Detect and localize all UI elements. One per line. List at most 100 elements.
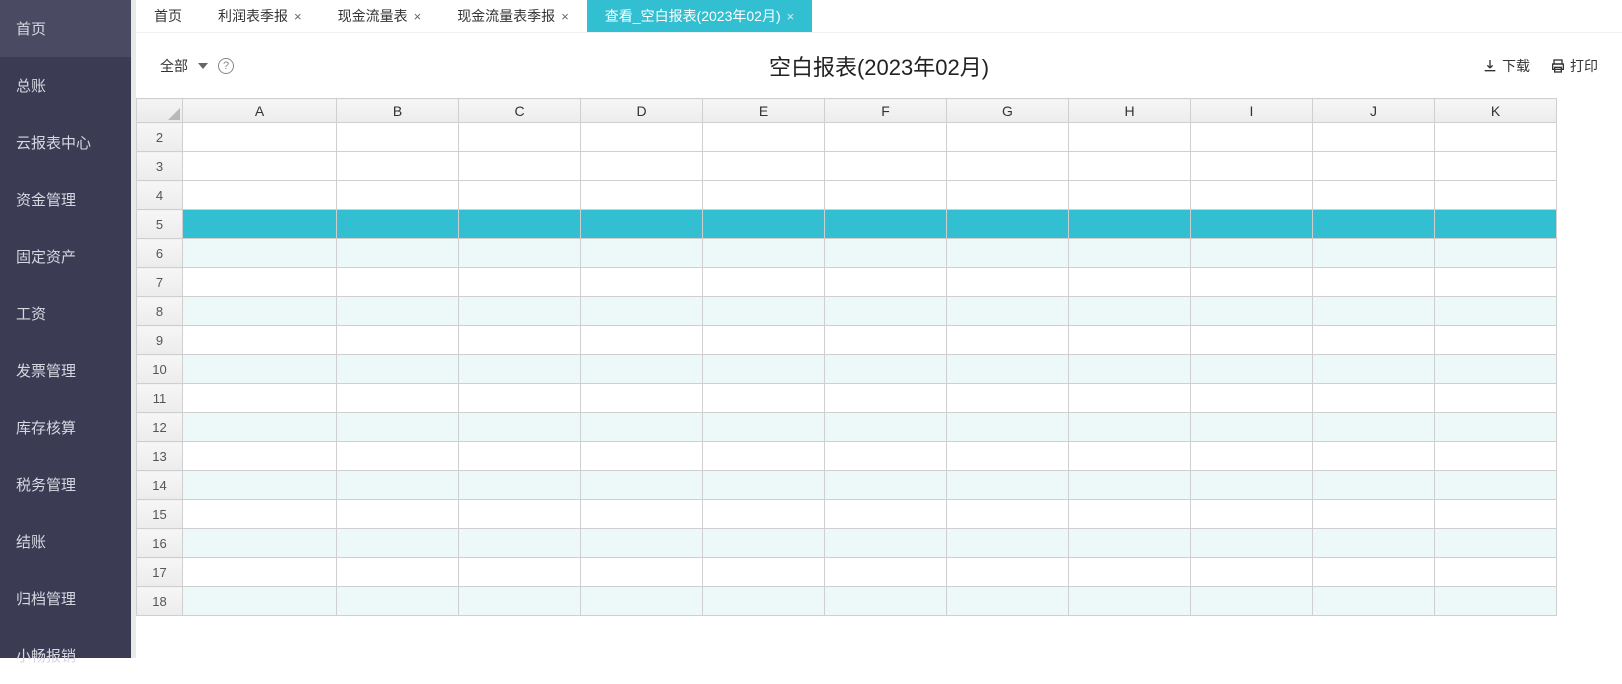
- cell-G8[interactable]: [947, 297, 1069, 326]
- cell-I14[interactable]: [1191, 471, 1313, 500]
- sidebar-item-10[interactable]: 归档管理: [0, 570, 131, 627]
- cell-J10[interactable]: [1313, 355, 1435, 384]
- row-header-16[interactable]: 16: [137, 529, 183, 558]
- cell-K2[interactable]: [1435, 123, 1557, 152]
- tab-4[interactable]: 查看_空白报表(2023年02月)×: [587, 0, 812, 32]
- cell-I17[interactable]: [1191, 558, 1313, 587]
- cell-E12[interactable]: [703, 413, 825, 442]
- sidebar-item-9[interactable]: 结账: [0, 513, 131, 570]
- cell-B3[interactable]: [337, 152, 459, 181]
- col-header-E[interactable]: E: [703, 99, 825, 123]
- cell-K4[interactable]: [1435, 181, 1557, 210]
- cell-D9[interactable]: [581, 326, 703, 355]
- cell-H9[interactable]: [1069, 326, 1191, 355]
- cell-B10[interactable]: [337, 355, 459, 384]
- cell-J2[interactable]: [1313, 123, 1435, 152]
- sidebar-item-1[interactable]: 总账: [0, 57, 131, 114]
- row-header-7[interactable]: 7: [137, 268, 183, 297]
- cell-C14[interactable]: [459, 471, 581, 500]
- cell-J17[interactable]: [1313, 558, 1435, 587]
- cell-I4[interactable]: [1191, 181, 1313, 210]
- cell-A6[interactable]: [183, 239, 337, 268]
- cell-I6[interactable]: [1191, 239, 1313, 268]
- cell-J5[interactable]: [1313, 210, 1435, 239]
- cell-F7[interactable]: [825, 268, 947, 297]
- tab-1[interactable]: 利润表季报×: [200, 0, 320, 32]
- cell-H10[interactable]: [1069, 355, 1191, 384]
- cell-B9[interactable]: [337, 326, 459, 355]
- col-header-J[interactable]: J: [1313, 99, 1435, 123]
- cell-D6[interactable]: [581, 239, 703, 268]
- row-header-9[interactable]: 9: [137, 326, 183, 355]
- col-header-F[interactable]: F: [825, 99, 947, 123]
- cell-C7[interactable]: [459, 268, 581, 297]
- cell-H17[interactable]: [1069, 558, 1191, 587]
- cell-E9[interactable]: [703, 326, 825, 355]
- cell-A13[interactable]: [183, 442, 337, 471]
- cell-I10[interactable]: [1191, 355, 1313, 384]
- cell-E7[interactable]: [703, 268, 825, 297]
- sidebar-item-2[interactable]: 云报表中心: [0, 114, 131, 171]
- cell-C17[interactable]: [459, 558, 581, 587]
- cell-E4[interactable]: [703, 181, 825, 210]
- cell-G16[interactable]: [947, 529, 1069, 558]
- cell-J4[interactable]: [1313, 181, 1435, 210]
- cell-A10[interactable]: [183, 355, 337, 384]
- cell-G5[interactable]: [947, 210, 1069, 239]
- row-header-14[interactable]: 14: [137, 471, 183, 500]
- row-header-15[interactable]: 15: [137, 500, 183, 529]
- cell-F14[interactable]: [825, 471, 947, 500]
- cell-G18[interactable]: [947, 587, 1069, 616]
- cell-H6[interactable]: [1069, 239, 1191, 268]
- cell-F9[interactable]: [825, 326, 947, 355]
- filter-dropdown[interactable]: 全部 ?: [160, 56, 234, 76]
- cell-C18[interactable]: [459, 587, 581, 616]
- cell-J15[interactable]: [1313, 500, 1435, 529]
- cell-K10[interactable]: [1435, 355, 1557, 384]
- cell-B14[interactable]: [337, 471, 459, 500]
- cell-G14[interactable]: [947, 471, 1069, 500]
- cell-K5[interactable]: [1435, 210, 1557, 239]
- cell-H12[interactable]: [1069, 413, 1191, 442]
- cell-I15[interactable]: [1191, 500, 1313, 529]
- cell-K14[interactable]: [1435, 471, 1557, 500]
- cell-A14[interactable]: [183, 471, 337, 500]
- row-header-5[interactable]: 5: [137, 210, 183, 239]
- col-header-D[interactable]: D: [581, 99, 703, 123]
- row-header-17[interactable]: 17: [137, 558, 183, 587]
- cell-D2[interactable]: [581, 123, 703, 152]
- cell-A9[interactable]: [183, 326, 337, 355]
- cell-D15[interactable]: [581, 500, 703, 529]
- cell-G3[interactable]: [947, 152, 1069, 181]
- cell-I7[interactable]: [1191, 268, 1313, 297]
- col-header-H[interactable]: H: [1069, 99, 1191, 123]
- cell-G4[interactable]: [947, 181, 1069, 210]
- cell-B7[interactable]: [337, 268, 459, 297]
- cell-G10[interactable]: [947, 355, 1069, 384]
- col-header-I[interactable]: I: [1191, 99, 1313, 123]
- cell-H5[interactable]: [1069, 210, 1191, 239]
- row-header-11[interactable]: 11: [137, 384, 183, 413]
- cell-B11[interactable]: [337, 384, 459, 413]
- cell-B16[interactable]: [337, 529, 459, 558]
- cell-E15[interactable]: [703, 500, 825, 529]
- cell-H8[interactable]: [1069, 297, 1191, 326]
- cell-I11[interactable]: [1191, 384, 1313, 413]
- cell-K9[interactable]: [1435, 326, 1557, 355]
- cell-A15[interactable]: [183, 500, 337, 529]
- cell-E17[interactable]: [703, 558, 825, 587]
- cell-B15[interactable]: [337, 500, 459, 529]
- cell-I9[interactable]: [1191, 326, 1313, 355]
- cell-D8[interactable]: [581, 297, 703, 326]
- cell-I12[interactable]: [1191, 413, 1313, 442]
- cell-F15[interactable]: [825, 500, 947, 529]
- row-header-8[interactable]: 8: [137, 297, 183, 326]
- cell-G12[interactable]: [947, 413, 1069, 442]
- cell-A16[interactable]: [183, 529, 337, 558]
- cell-A11[interactable]: [183, 384, 337, 413]
- cell-F11[interactable]: [825, 384, 947, 413]
- cell-F2[interactable]: [825, 123, 947, 152]
- print-button[interactable]: 打印: [1550, 56, 1598, 76]
- cell-I18[interactable]: [1191, 587, 1313, 616]
- cell-C12[interactable]: [459, 413, 581, 442]
